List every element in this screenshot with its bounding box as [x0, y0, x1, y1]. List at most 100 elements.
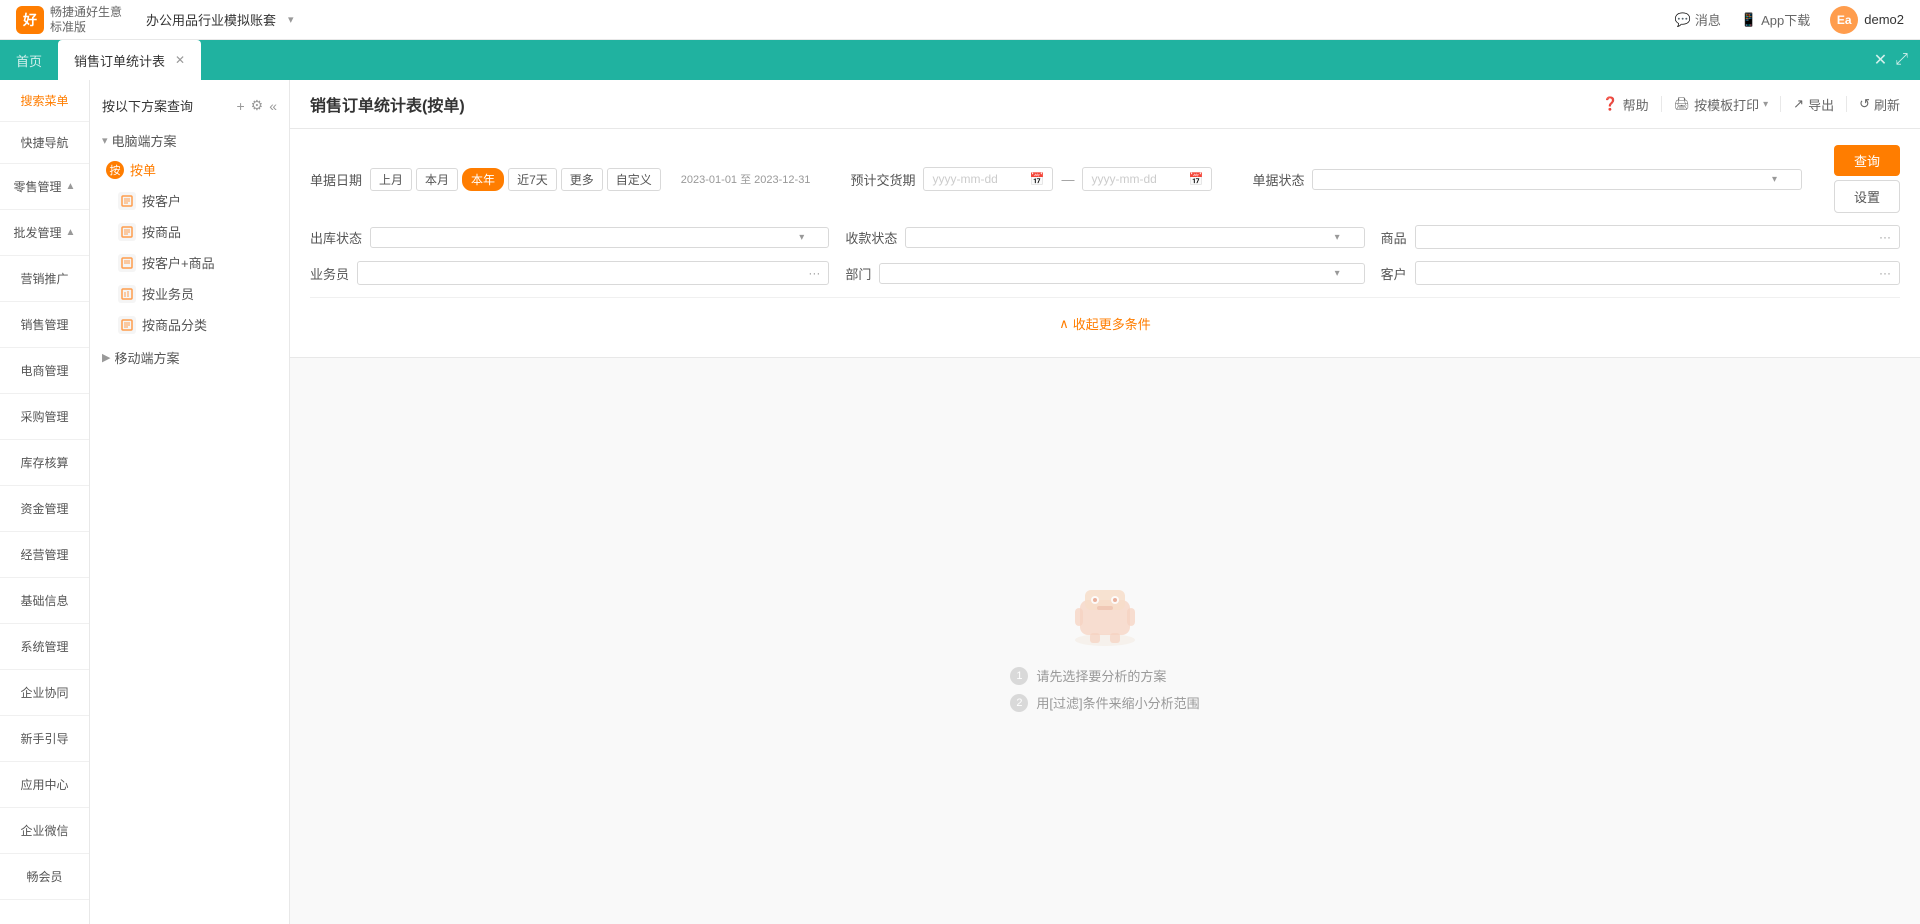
sidebar-item-finance[interactable]: 资金管理: [0, 486, 89, 532]
goods-input[interactable]: ···: [1415, 225, 1900, 249]
filter-row-1: 单据日期 上月 本月 本年 近7天 更多 自定义 2023-01-01 至 20…: [310, 145, 1900, 213]
tab-close-icon[interactable]: ✕: [175, 53, 185, 67]
query-button[interactable]: 查询: [1834, 145, 1900, 176]
expected-date-to[interactable]: yyyy-mm-dd 📅: [1082, 167, 1212, 191]
department-select[interactable]: ▾: [879, 263, 1364, 284]
date-btn-this-year[interactable]: 本年: [462, 168, 504, 191]
action-divider-3: [1846, 96, 1847, 112]
tab-close-button[interactable]: ✕: [1874, 50, 1887, 70]
sidebar-item-ecommerce[interactable]: 电商管理: [0, 348, 89, 394]
department-group: 部门 ▾: [845, 263, 1364, 284]
sidebar-item-wholesale[interactable]: 批发管理 ▲: [0, 210, 89, 256]
sidebar-item-wechat[interactable]: 企业微信: [0, 808, 89, 854]
tree-section-mobile-arrow: ▶: [102, 351, 110, 364]
sidebar-item-marketing[interactable]: 营销推广: [0, 256, 89, 302]
payment-status-select[interactable]: ▾: [905, 227, 1364, 248]
settings-button[interactable]: 设置: [1834, 180, 1900, 213]
retail-arrow-icon: ▲: [66, 181, 76, 192]
sidebar-search-menu[interactable]: 搜索菜单: [0, 80, 89, 122]
salesperson-ellipsis-icon[interactable]: ···: [808, 266, 820, 280]
tab-sales-order-stats[interactable]: 销售订单统计表 ✕: [58, 40, 201, 80]
payment-status-label: 收款状态: [845, 228, 897, 247]
sidebar-item-system[interactable]: 系统管理: [0, 624, 89, 670]
date-btn-7days[interactable]: 近7天: [508, 168, 557, 191]
panel-collapse-button[interactable]: «: [269, 98, 277, 114]
sidebar-item-basic[interactable]: 基础信息: [0, 578, 89, 624]
top-bar-left: 好 畅捷通好生意 标准版 办公用品行业模拟账套 ▾: [16, 5, 294, 34]
help-button[interactable]: ❓ 帮助: [1602, 95, 1648, 114]
date-range-display: 2023-01-01 至 2023-12-31: [681, 171, 811, 187]
filter-row-2: 出库状态 ▾ 收款状态 ▾ 商品: [310, 225, 1900, 249]
panel-settings-button[interactable]: ⚙: [251, 97, 264, 114]
refresh-button[interactable]: ↺ 刷新: [1859, 95, 1900, 114]
right-content: 销售订单统计表(按单) ❓ 帮助 🖨 按模板打印 ▾ ↗: [290, 80, 1920, 924]
logo-area: 好 畅捷通好生意 标准版: [16, 5, 122, 34]
payment-status-dropdown-icon: ▾: [1335, 232, 1340, 243]
collapse-arrow-icon: ∧: [1059, 316, 1069, 332]
sidebar-item-app-center[interactable]: 应用中心: [0, 762, 89, 808]
action-divider-1: [1661, 96, 1662, 112]
user-area[interactable]: Ea demo2: [1830, 6, 1904, 34]
help-icon: ❓: [1602, 96, 1618, 112]
date-btn-more[interactable]: 更多: [561, 168, 603, 191]
user-avatar: Ea: [1830, 6, 1858, 34]
refresh-icon: ↺: [1859, 96, 1870, 112]
tree-item-by-order[interactable]: 按 按单: [90, 154, 289, 185]
tab-maximize-button[interactable]: ⤢: [1895, 51, 1908, 69]
by-category-icon: [118, 316, 136, 334]
left-panel: 按以下方案查询 + ⚙ « ▾ 电脑端方案 按 按单 按客户: [90, 80, 290, 924]
expected-date-from[interactable]: yyyy-mm-dd 📅: [923, 167, 1053, 191]
sidebar-quick-nav[interactable]: 快捷导航: [0, 122, 89, 164]
goods-ellipsis-icon[interactable]: ···: [1879, 230, 1891, 244]
out-status-select[interactable]: ▾: [370, 227, 829, 248]
export-button[interactable]: ↗ 导出: [1793, 95, 1834, 114]
app-title-dropdown[interactable]: ▾: [288, 13, 294, 26]
date-btn-custom[interactable]: 自定义: [607, 168, 661, 191]
app-download-button[interactable]: 📱 App下载: [1741, 10, 1810, 29]
sidebar-item-newbie[interactable]: 新手引导: [0, 716, 89, 762]
tab-bar: 首页 销售订单统计表 ✕ ✕ ⤢: [0, 40, 1920, 80]
department-label: 部门: [845, 264, 871, 283]
tree-item-by-salesperson[interactable]: 按业务员: [90, 278, 289, 309]
panel-add-button[interactable]: +: [236, 98, 244, 114]
app-title: 办公用品行业模拟账套: [146, 10, 276, 29]
bill-status-select[interactable]: ▾: [1312, 169, 1802, 190]
top-bar: 好 畅捷通好生意 标准版 办公用品行业模拟账套 ▾ 💬 消息 📱 App下载 E…: [0, 0, 1920, 40]
customer-input[interactable]: ···: [1415, 261, 1900, 285]
sidebar-item-operations[interactable]: 经营管理: [0, 532, 89, 578]
tab-bar-actions: ✕ ⤢: [1874, 50, 1920, 70]
tab-home[interactable]: 首页: [0, 40, 58, 80]
tree-section-pc[interactable]: ▾ 电脑端方案: [90, 127, 289, 154]
sidebar-item-enterprise[interactable]: 企业协同: [0, 670, 89, 716]
customer-ellipsis-icon[interactable]: ···: [1879, 266, 1891, 280]
filter-area: 单据日期 上月 本月 本年 近7天 更多 自定义 2023-01-01 至 20…: [290, 129, 1920, 358]
empty-state: 1 请先选择要分析的方案 2 用[过滤]条件来缩小分析范围: [290, 358, 1920, 924]
print-button[interactable]: 🖨 按模板打印 ▾: [1674, 95, 1769, 114]
message-button[interactable]: 💬 消息: [1675, 10, 1721, 29]
panel-title: 按以下方案查询: [102, 96, 230, 115]
sidebar-item-inventory[interactable]: 库存核算: [0, 440, 89, 486]
sidebar-item-retail[interactable]: 零售管理 ▲: [0, 164, 89, 210]
collapse-button[interactable]: ∧ 收起更多条件: [310, 306, 1900, 341]
hint-2-text: 用[过滤]条件来缩小分析范围: [1036, 693, 1199, 712]
sidebar-item-sales[interactable]: 销售管理: [0, 302, 89, 348]
tree-item-by-category[interactable]: 按商品分类: [90, 309, 289, 340]
salesperson-input[interactable]: ···: [357, 261, 829, 285]
sidebar-item-membership[interactable]: 畅会员: [0, 854, 89, 900]
calendar-icon-to: 📅: [1189, 172, 1204, 186]
by-salesperson-icon: [118, 285, 136, 303]
print-dropdown-icon[interactable]: ▾: [1763, 99, 1768, 110]
user-name[interactable]: demo2: [1864, 12, 1904, 27]
sidebar-item-purchase[interactable]: 采购管理: [0, 394, 89, 440]
action-divider-2: [1780, 96, 1781, 112]
logo-text: 畅捷通好生意 标准版: [50, 5, 122, 34]
date-btn-last-month[interactable]: 上月: [370, 168, 412, 191]
tree-item-by-customer-product[interactable]: 按客户+商品: [90, 247, 289, 278]
tree-item-by-customer[interactable]: 按客户: [90, 185, 289, 216]
department-dropdown-icon: ▾: [1335, 268, 1340, 279]
bill-status-dropdown-icon: ▾: [1772, 174, 1777, 185]
date-btn-this-month[interactable]: 本月: [416, 168, 458, 191]
tree-item-by-product[interactable]: 按商品: [90, 216, 289, 247]
tree-section-mobile[interactable]: ▶ 移动端方案: [90, 344, 289, 371]
expected-date-label: 预计交货期: [850, 170, 915, 189]
